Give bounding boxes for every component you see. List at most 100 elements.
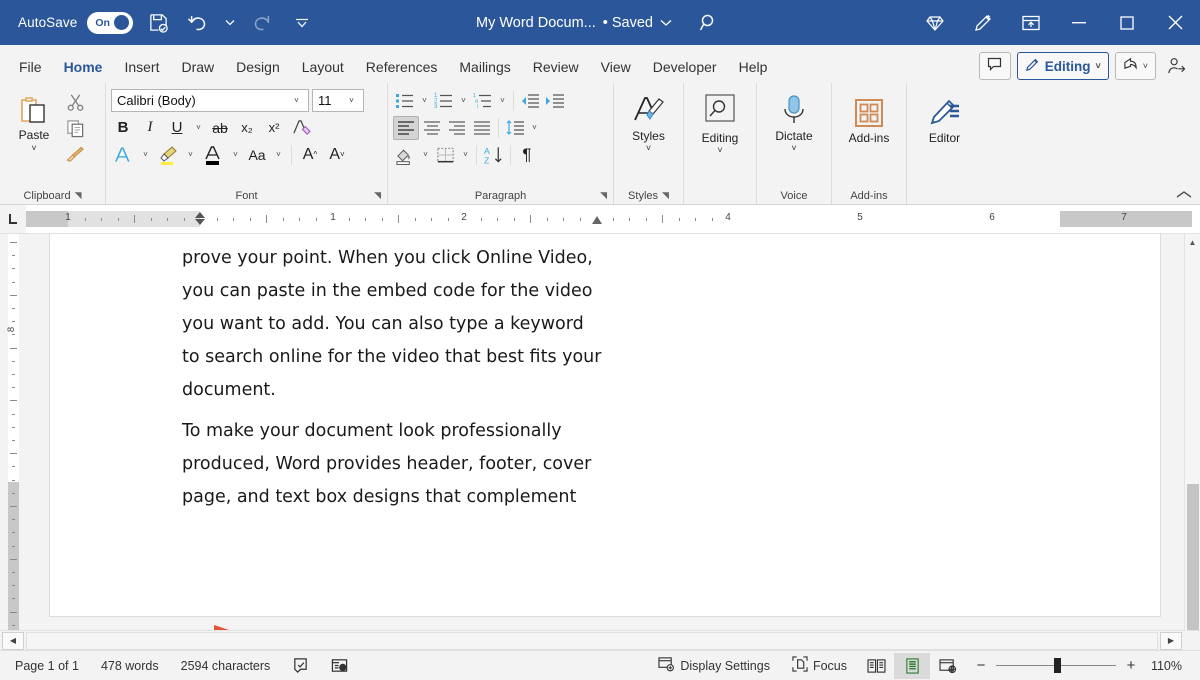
font-color-icon[interactable] [200,143,226,167]
document-body-text[interactable]: prove your point. When you click Online … [182,242,602,522]
underline-button[interactable]: U [165,116,189,140]
editing-button[interactable]: Editing ˅ [689,87,751,153]
chevron-down-icon[interactable]: ˅ [717,147,722,153]
tab-mailings[interactable]: Mailings [448,51,521,83]
vertical-scroll-thumb[interactable] [1187,484,1199,630]
superscript-button[interactable]: x² [262,116,286,140]
editing-mode-button[interactable]: Editing ˅ [1017,52,1109,80]
tab-developer[interactable]: Developer [642,51,728,83]
undo-icon[interactable] [183,8,213,38]
change-case-button[interactable]: Aa [245,143,269,167]
scroll-up-arrow[interactable]: ▲ [1185,234,1200,251]
increase-indent-icon[interactable] [543,89,567,113]
borders-chevron-down-icon[interactable]: ˅ [459,150,472,159]
close-button[interactable] [1152,0,1198,45]
editor-button[interactable]: Editor [914,87,976,145]
cut-icon[interactable] [66,93,85,112]
document-page[interactable]: prove your point. When you click Online … [50,234,1160,616]
bold-button[interactable]: B [111,116,135,140]
chevron-down-icon[interactable]: ˅ [290,96,303,105]
styles-button[interactable]: Styles ˅ [619,87,678,151]
zoom-slider-handle[interactable] [1054,658,1061,673]
scroll-right-arrow[interactable]: ▶ [1160,632,1182,650]
zoom-in-button[interactable]: + [1124,657,1138,674]
web-layout-button[interactable] [930,653,966,679]
borders-icon[interactable] [433,143,458,167]
read-mode-button[interactable] [858,653,894,679]
tab-draw[interactable]: Draw [170,51,225,83]
chevron-down-icon[interactable]: ˅ [31,143,36,153]
underline-chevron-down-icon[interactable]: ˅ [192,123,205,132]
person-share-icon[interactable] [1162,57,1190,75]
vertical-scrollbar[interactable]: ▲ ▼ [1184,234,1200,630]
font-name-combobox[interactable]: Calibri (Body) ˅ [111,89,309,112]
multilevel-chevron-down-icon[interactable]: ˅ [496,96,509,105]
focus-button[interactable]: Focus [781,653,858,679]
font-size-combobox[interactable]: 11 ˅ [312,89,364,112]
chevron-down-icon[interactable] [660,15,672,31]
text-effects-icon[interactable] [111,143,136,167]
zoom-out-button[interactable]: − [974,657,988,674]
addins-button[interactable]: Add-ins [838,87,900,145]
proofing-icon[interactable] [281,653,320,679]
paste-button[interactable]: Paste ˅ [5,89,63,153]
comments-button[interactable] [979,52,1011,80]
dictate-button[interactable]: Dictate ˅ [763,87,825,151]
search-icon[interactable] [694,8,724,38]
copy-icon[interactable] [66,119,85,138]
chevron-down-icon[interactable]: ˅ [1095,61,1100,71]
highlight-chevron-down-icon[interactable]: ˅ [184,150,197,159]
page-indicator[interactable]: Page 1 of 1 [4,653,90,679]
numbering-chevron-down-icon[interactable]: ˅ [457,96,470,105]
tab-layout[interactable]: Layout [291,51,355,83]
align-left-icon[interactable] [393,116,419,140]
tab-home[interactable]: Home [53,51,114,83]
bullet-list-icon[interactable] [393,89,417,113]
autosave-toggle[interactable]: On [87,12,133,34]
shading-icon[interactable] [393,143,418,167]
chevron-down-icon[interactable]: ˅ [1143,61,1148,71]
chevron-down-icon[interactable]: ˅ [345,96,358,105]
highlight-icon[interactable] [155,143,181,167]
first-line-indent-marker[interactable] [195,212,205,218]
dialog-launcher-icon[interactable]: ◥ [600,190,607,201]
dialog-launcher-icon[interactable]: ◥ [662,190,669,201]
bullets-chevron-down-icon[interactable]: ˅ [418,96,431,105]
character-count[interactable]: 2594 characters [170,653,282,679]
zoom-slider[interactable] [996,658,1116,674]
horizontal-scroll-thumb[interactable] [27,633,1157,649]
print-layout-button[interactable] [894,653,930,679]
display-settings-button[interactable]: Display Settings [647,653,781,679]
pen-icon[interactable] [960,0,1006,45]
align-right-icon[interactable] [445,116,469,140]
clear-formatting-icon[interactable] [289,116,313,140]
customize-quick-access-toolbar-icon[interactable] [287,8,317,38]
zoom-level[interactable]: 110% [1146,659,1188,673]
vertical-ruler[interactable]: 8 [0,234,26,630]
dialog-launcher-icon[interactable]: ◥ [374,190,381,201]
align-center-icon[interactable] [420,116,444,140]
numbered-list-icon[interactable]: 1 2 3 [432,89,456,113]
document-title-group[interactable]: My Word Docum... • Saved [476,15,672,31]
shrink-font-button[interactable]: A˅ [325,143,349,167]
accessibility-icon[interactable] [320,653,359,679]
format-painter-icon[interactable] [65,145,85,164]
text-effects-chevron-down-icon[interactable]: ˅ [139,150,152,159]
font-color-chevron-down-icon[interactable]: ˅ [229,150,242,159]
tab-file[interactable]: File [8,51,53,83]
horizontal-scrollbar[interactable]: ◀ ▶ [0,630,1200,650]
decrease-indent-icon[interactable] [518,89,542,113]
line-spacing-icon[interactable] [503,116,527,140]
word-count[interactable]: 478 words [90,653,170,679]
share-button[interactable]: ˅ [1115,52,1156,80]
tab-review[interactable]: Review [522,51,590,83]
minimize-button[interactable] [1056,0,1102,45]
tab-view[interactable]: View [590,51,642,83]
chevron-down-icon[interactable]: ˅ [791,145,796,151]
horizontal-scroll-track[interactable] [26,632,1158,650]
maximize-button[interactable] [1104,0,1150,45]
ribbon-display-options-icon[interactable] [1008,0,1054,45]
tab-help[interactable]: Help [728,51,779,83]
tab-stop-selector[interactable] [0,205,26,233]
dialog-launcher-icon[interactable]: ◥ [75,190,82,201]
